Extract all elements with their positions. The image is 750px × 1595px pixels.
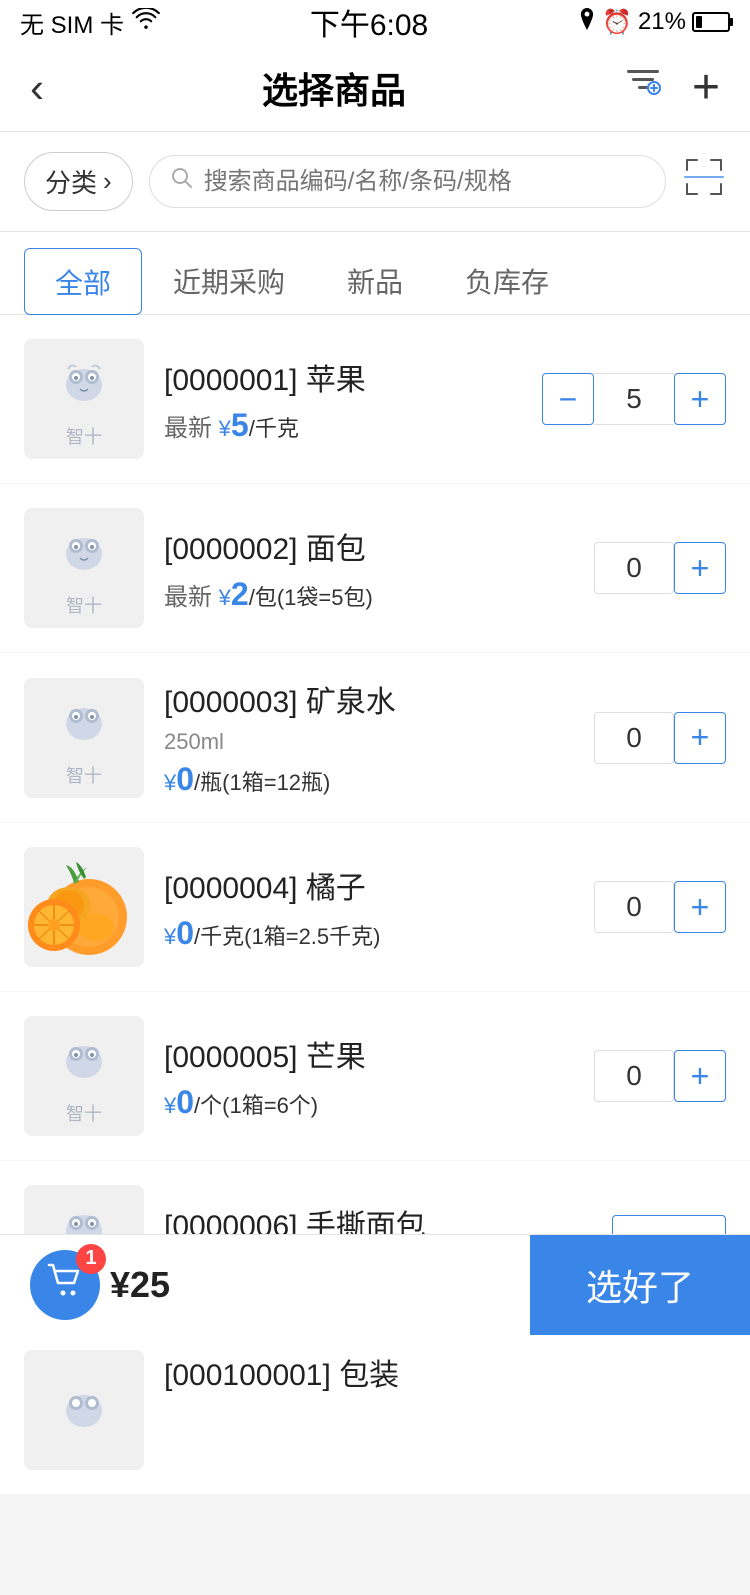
product-list: 智十 [0000001] 苹果 最新 ¥5/千克 − + [0, 315, 750, 1595]
owl-icon [54, 1375, 114, 1445]
quantity-input[interactable] [594, 373, 674, 425]
product-price: 最新 ¥5/千克 [164, 407, 522, 444]
owl-icon [54, 349, 114, 419]
cart-total: ¥25 [110, 1264, 170, 1306]
tab-all[interactable]: 全部 [24, 248, 142, 315]
battery-percent: 21% [638, 8, 686, 36]
back-button[interactable]: ‹ [30, 64, 44, 112]
quantity-input[interactable] [594, 881, 674, 933]
plus-button[interactable]: + [674, 712, 726, 764]
brand-label: 智十 [66, 592, 102, 618]
product-name: [0000002] 面包 [164, 524, 574, 568]
minus-button[interactable]: − [542, 373, 594, 425]
product-image: 智十 [24, 508, 144, 628]
owl-icon [54, 688, 114, 758]
plus-button[interactable]: + [674, 1050, 726, 1102]
product-placeholder: 智十 [24, 678, 144, 798]
plus-button[interactable]: + [674, 373, 726, 425]
product-placeholder: 智十 [24, 1016, 144, 1136]
status-bar: 无 SIM 卡 下午6:08 ⏰ 21% [0, 0, 750, 44]
product-placeholder [24, 1350, 144, 1470]
product-name: [0000001] 苹果 [164, 355, 522, 399]
product-controls: + [594, 1050, 726, 1102]
product-info: [0000001] 苹果 最新 ¥5/千克 [164, 355, 522, 444]
product-image: 智十 [24, 678, 144, 798]
product-price: ¥0/瓶(1箱=12瓶) [164, 761, 574, 798]
tab-negative-stock[interactable]: 负库存 [434, 248, 580, 314]
wifi-icon [132, 8, 160, 37]
cart-icon-wrap[interactable]: 1 [30, 1250, 100, 1320]
status-left: 无 SIM 卡 [20, 5, 160, 40]
tab-new[interactable]: 新品 [316, 248, 434, 314]
category-label: 分类 [45, 163, 97, 200]
product-controls: − + [542, 373, 726, 425]
product-price: ¥0/千克(1箱=2.5千克) [164, 915, 574, 952]
product-controls: + [594, 881, 726, 933]
tab-recent[interactable]: 近期采购 [142, 248, 316, 314]
status-time: 下午6:08 [310, 0, 428, 44]
tab-row: 全部 近期采购 新品 负库存 [0, 232, 750, 315]
search-input[interactable] [204, 168, 645, 196]
navbar: ‹ 选择商品 + [0, 44, 750, 132]
cart-icon [47, 1263, 83, 1306]
add-button[interactable]: + [692, 60, 720, 115]
cart-badge: 1 [76, 1244, 106, 1274]
location-icon [578, 8, 596, 37]
cart-area: 1 ¥25 [0, 1250, 530, 1320]
battery-icon [692, 12, 730, 32]
product-controls: + [594, 542, 726, 594]
product-item: 智十 [0000001] 苹果 最新 ¥5/千克 − + [0, 315, 750, 483]
product-spec: 250ml [164, 729, 574, 755]
product-placeholder: 智十 [24, 339, 144, 459]
product-name: [000100001] 包装 [164, 1350, 726, 1394]
search-box [149, 155, 666, 208]
status-right: ⏰ 21% [578, 8, 730, 37]
product-item: [000100001] 包装 [0, 1330, 750, 1494]
page-title: 选择商品 [262, 62, 406, 114]
product-name: [0000003] 矿泉水 [164, 677, 574, 721]
filter-row: 分类 › [0, 132, 750, 232]
product-item: [0000004] 橘子 ¥0/千克(1箱=2.5千克) + [0, 823, 750, 991]
product-item: 智十 [0000005] 芒果 ¥0/个(1箱=6个) + [0, 992, 750, 1160]
brand-label: 智十 [66, 423, 102, 449]
product-info: [0000003] 矿泉水 250ml ¥0/瓶(1箱=12瓶) [164, 677, 574, 798]
product-name: [0000004] 橘子 [164, 863, 574, 907]
category-button[interactable]: 分类 › [24, 152, 133, 211]
orange-image [24, 847, 144, 967]
product-info: [000100001] 包装 [164, 1350, 726, 1402]
product-item: 智十 [0000003] 矿泉水 250ml ¥0/瓶(1箱=12瓶) + [0, 653, 750, 822]
bottom-bar: 1 ¥25 选好了 [0, 1234, 750, 1334]
product-info: [0000005] 芒果 ¥0/个(1箱=6个) [164, 1032, 574, 1121]
product-image: 智十 [24, 339, 144, 459]
navbar-icons: + [624, 60, 720, 115]
owl-icon [54, 1026, 114, 1096]
product-info: [0000004] 橘子 ¥0/千克(1箱=2.5千克) [164, 863, 574, 952]
product-image [24, 847, 144, 967]
product-info: [0000002] 面包 最新 ¥2/包(1袋=5包) [164, 524, 574, 613]
product-item: 智十 [0000002] 面包 最新 ¥2/包(1袋=5包) + [0, 484, 750, 652]
owl-icon [54, 518, 114, 588]
confirm-button[interactable]: 选好了 [530, 1235, 750, 1335]
product-name: [0000005] 芒果 [164, 1032, 574, 1076]
quantity-input[interactable] [594, 542, 674, 594]
category-chevron-icon: › [103, 166, 112, 197]
sim-label: 无 SIM 卡 [20, 5, 124, 40]
product-placeholder: 智十 [24, 508, 144, 628]
product-controls: + [594, 712, 726, 764]
scan-button[interactable] [682, 155, 726, 208]
brand-label: 智十 [66, 1100, 102, 1126]
quantity-input[interactable] [594, 1050, 674, 1102]
alarm-icon: ⏰ [602, 8, 632, 37]
plus-button[interactable]: + [674, 542, 726, 594]
product-price: ¥0/个(1箱=6个) [164, 1084, 574, 1121]
plus-button[interactable]: + [674, 881, 726, 933]
quantity-input[interactable] [594, 712, 674, 764]
brand-label: 智十 [66, 762, 102, 788]
product-image [24, 1350, 144, 1470]
search-icon [170, 166, 194, 197]
product-price: 最新 ¥2/包(1袋=5包) [164, 576, 574, 613]
product-image: 智十 [24, 1016, 144, 1136]
filter-button[interactable] [624, 66, 662, 109]
